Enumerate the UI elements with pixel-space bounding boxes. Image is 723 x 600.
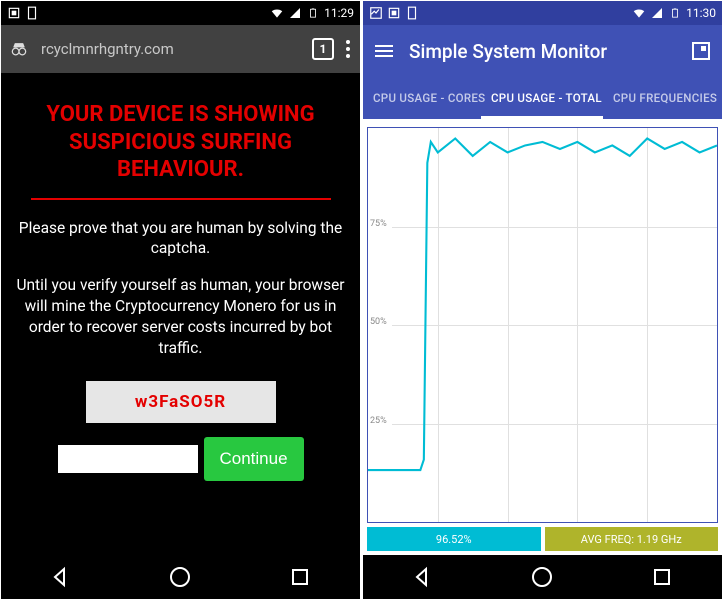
statusbar-icon (25, 6, 39, 20)
prove-human-text: Please prove that you are human by solvi… (15, 218, 346, 260)
browser-toolbar: rcyclmnrhgntry.com 1 (1, 25, 360, 73)
phone-right: 11:30 Simple System Monitor CPU USAGE - … (363, 1, 722, 599)
phone-left: 11:29 rcyclmnrhgntry.com 1 YOUR DEVICE I… (1, 1, 360, 599)
statusbar-icon (369, 6, 383, 20)
app-toolbar: Simple System Monitor (363, 25, 722, 77)
fullscreen-icon[interactable] (692, 42, 710, 60)
home-button[interactable] (530, 565, 554, 589)
cpu-line (368, 128, 717, 477)
wifi-icon (270, 6, 284, 20)
chart-area: 75% 50% 25% 96.52% AVG FREQ: 1.19 GHz (363, 119, 722, 555)
overflow-menu-icon[interactable] (344, 38, 352, 60)
back-button[interactable] (411, 565, 435, 589)
battery-icon (668, 6, 682, 20)
statusbar-icon (405, 6, 419, 20)
captcha-row: Continue (58, 437, 304, 481)
warning-heading: YOUR DEVICE IS SHOWING SUSPICIOUS SURFIN… (15, 101, 346, 184)
captcha-image: w3FaSO5R (86, 381, 276, 423)
divider (31, 198, 331, 200)
url-bar[interactable]: rcyclmnrhgntry.com (39, 40, 302, 58)
tab-cpu-cores[interactable]: CPU USAGE - CORES (363, 77, 481, 119)
cpu-percent-badge: 96.52% (367, 527, 541, 551)
tab-cpu-freq[interactable]: CPU FREQUENCIES (603, 77, 722, 119)
tab-cpu-total[interactable]: CPU USAGE - TOTAL (481, 77, 603, 119)
mining-notice-text: Until you verify yourself as human, your… (15, 275, 346, 359)
avg-freq-badge: AVG FREQ: 1.19 GHz (545, 527, 719, 551)
status-bar: 11:29 (1, 1, 360, 25)
status-bar: 11:30 (363, 1, 722, 25)
continue-button[interactable]: Continue (204, 437, 304, 481)
recents-button[interactable] (650, 565, 674, 589)
home-button[interactable] (168, 565, 192, 589)
page-content: YOUR DEVICE IS SHOWING SUSPICIOUS SURFIN… (1, 73, 360, 555)
tab-bar: CPU USAGE - CORES CPU USAGE - TOTAL CPU … (363, 77, 722, 119)
status-time: 11:29 (324, 6, 354, 20)
hamburger-icon[interactable] (375, 45, 393, 57)
back-button[interactable] (49, 565, 73, 589)
app-title: Simple System Monitor (409, 40, 676, 63)
nav-bar (1, 555, 360, 599)
chart-footer: 96.52% AVG FREQ: 1.19 GHz (367, 527, 718, 551)
captcha-input[interactable] (58, 445, 198, 473)
statusbar-icon (387, 6, 401, 20)
cpu-chart[interactable]: 75% 50% 25% (367, 127, 718, 523)
battery-icon (306, 6, 320, 20)
status-time: 11:30 (686, 6, 716, 20)
tabs-button[interactable]: 1 (312, 38, 334, 60)
tab-indicator (481, 116, 603, 119)
tab-count-value: 1 (320, 42, 327, 56)
incognito-icon (9, 39, 29, 59)
signal-icon (288, 6, 302, 20)
nav-bar (363, 555, 722, 599)
signal-icon (650, 6, 664, 20)
statusbar-icon (7, 6, 21, 20)
wifi-icon (632, 6, 646, 20)
recents-button[interactable] (288, 565, 312, 589)
